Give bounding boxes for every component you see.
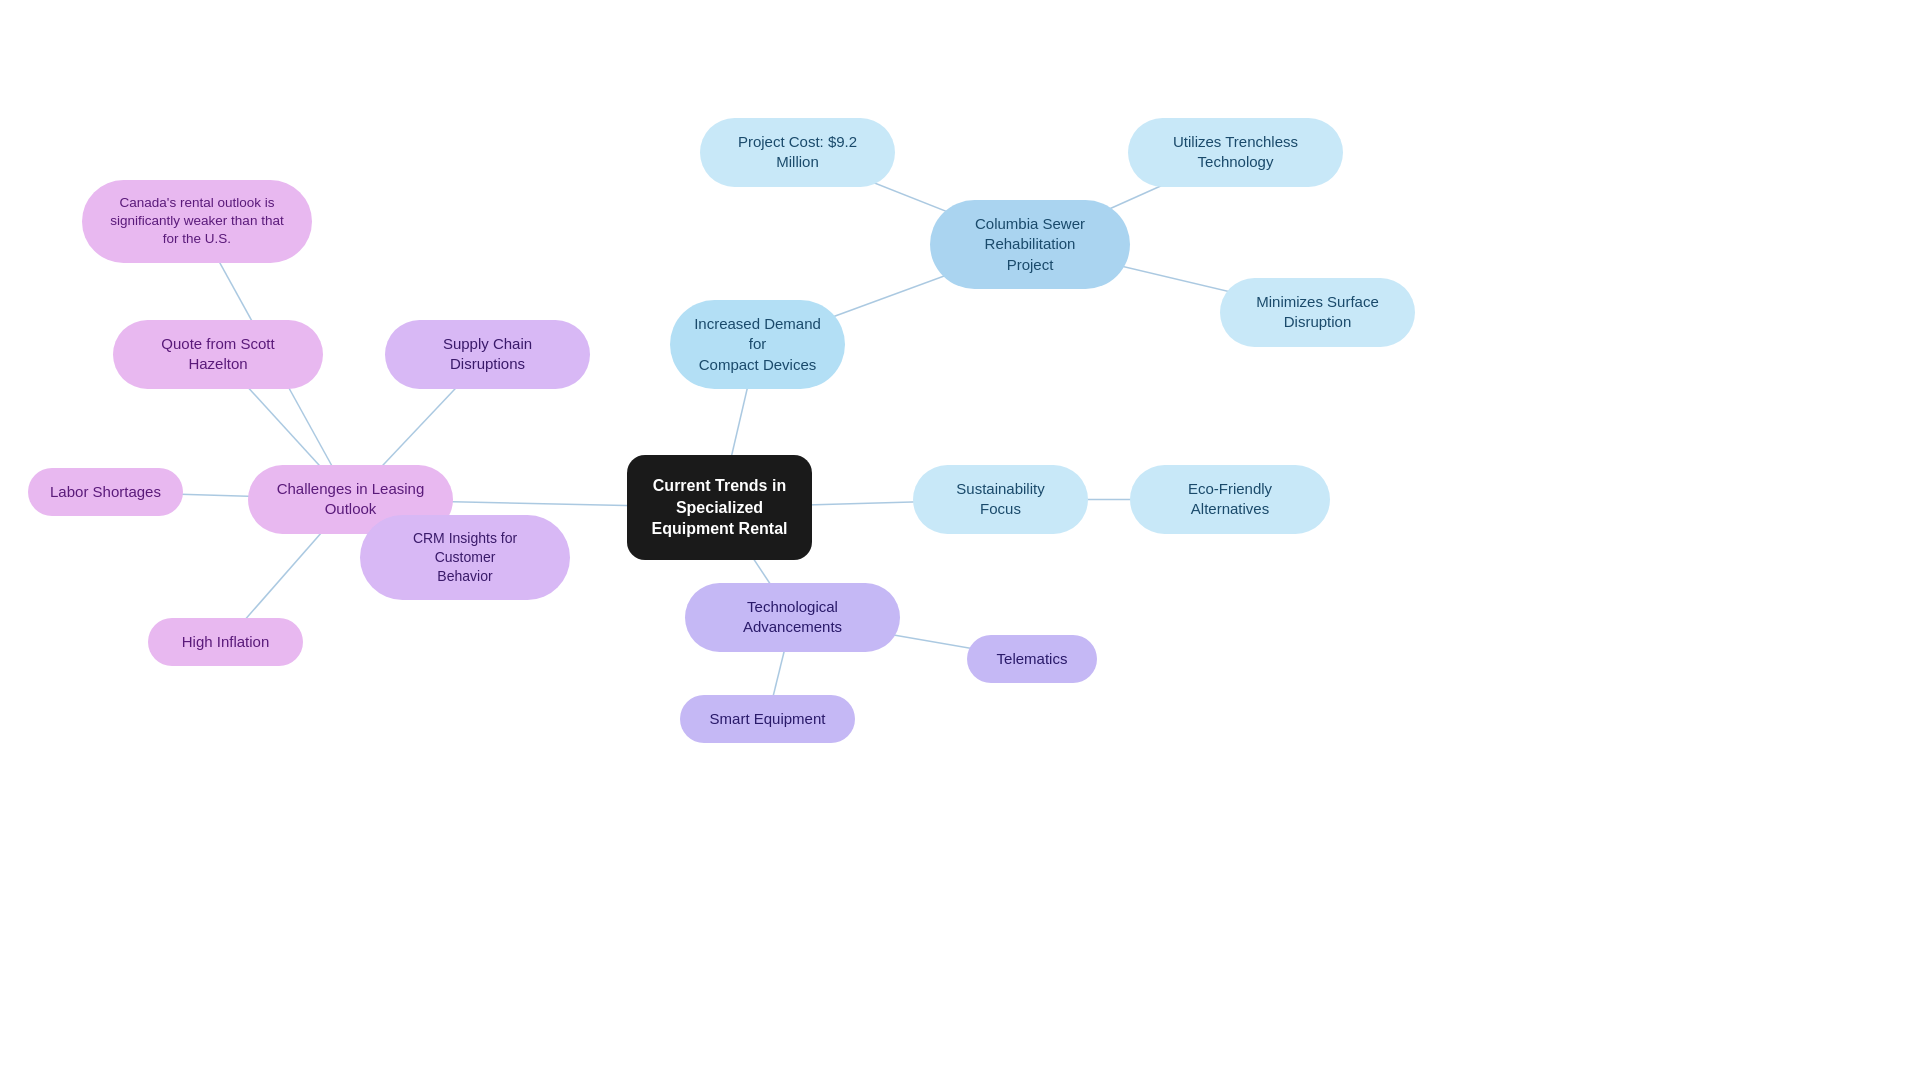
smart-equipment-node: Smart Equipment bbox=[680, 695, 855, 743]
minimizes-node: Minimizes Surface Disruption bbox=[1220, 278, 1415, 347]
scott-hazelton-node: Quote from Scott Hazelton bbox=[113, 320, 323, 389]
trenchless-node: Utilizes Trenchless Technology bbox=[1128, 118, 1343, 187]
project-cost-node: Project Cost: $9.2 Million bbox=[700, 118, 895, 187]
labor-shortages-node: Labor Shortages bbox=[28, 468, 183, 516]
canada-rental-node: Canada's rental outlook is significantly… bbox=[82, 180, 312, 263]
supply-chain-node: Supply Chain Disruptions bbox=[385, 320, 590, 389]
increased-demand-node: Increased Demand for Compact Devices bbox=[670, 300, 845, 389]
center-node: Current Trends in Specialized Equipment … bbox=[627, 455, 812, 560]
high-inflation-node: High Inflation bbox=[148, 618, 303, 666]
telematics-node: Telematics bbox=[967, 635, 1097, 683]
columbia-node: Columbia Sewer Rehabilitation Project bbox=[930, 200, 1130, 289]
eco-friendly-node: Eco-Friendly Alternatives bbox=[1130, 465, 1330, 534]
sustainability-node: Sustainability Focus bbox=[913, 465, 1088, 534]
crm-insights-node: CRM Insights for Customer Behavior bbox=[360, 515, 570, 600]
tech-advancements-node: Technological Advancements bbox=[685, 583, 900, 652]
